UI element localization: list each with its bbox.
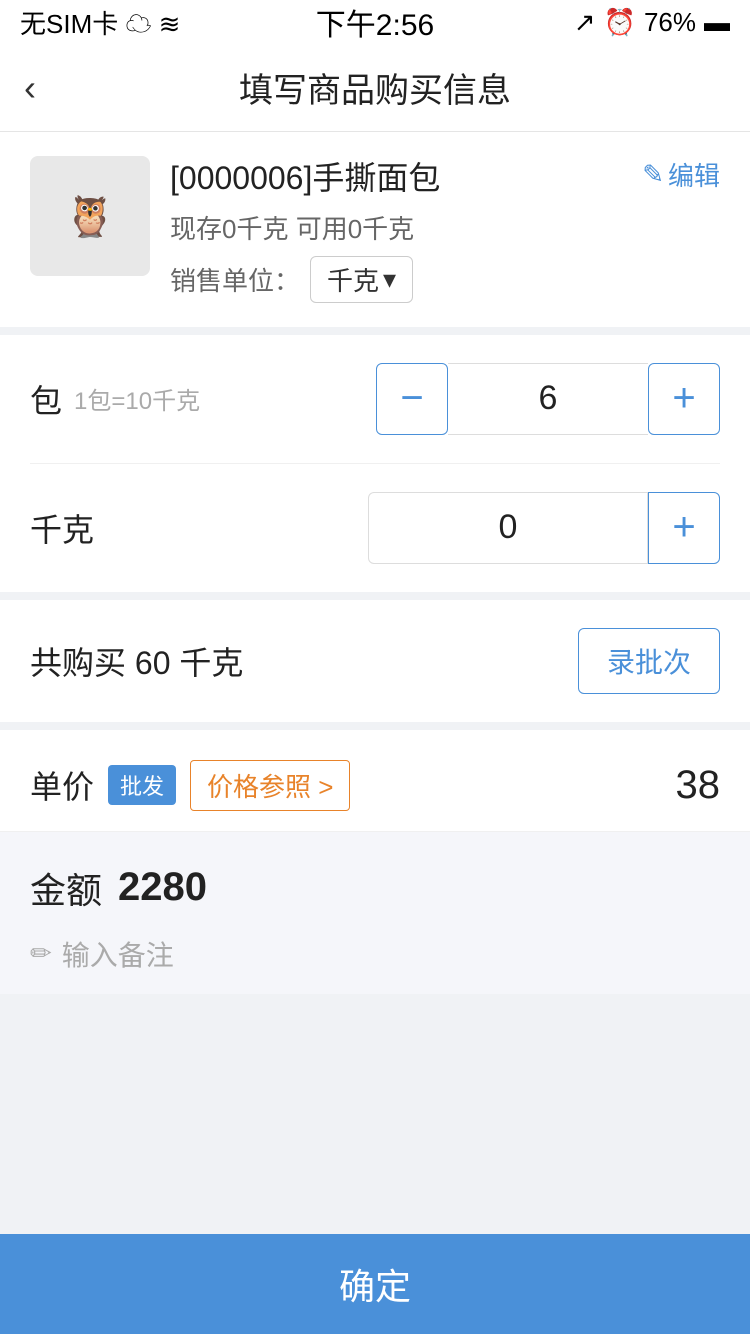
quantity-section: 包 1包=10千克 − + 千克 +	[0, 335, 750, 600]
bao-input[interactable]	[448, 363, 648, 435]
kg-input[interactable]	[368, 492, 648, 564]
status-time: 下午2:56	[316, 0, 434, 44]
bao-label: 包	[30, 376, 62, 422]
edit-icon: ✎	[642, 159, 664, 190]
location-icon: ↗	[574, 7, 596, 38]
product-unit-row: 销售单位： 千克 ▾	[170, 256, 720, 303]
chevron-down-icon: ▾	[383, 264, 396, 295]
edit-button[interactable]: ✎ 编辑	[642, 156, 720, 193]
kg-label: 千克	[30, 505, 94, 551]
pencil-icon: ✏	[30, 938, 52, 969]
status-right: ↗ ⏰ 76% ▬	[574, 7, 730, 38]
remark-placeholder: 输入备注	[62, 934, 174, 974]
kg-quantity-row: 千克 +	[30, 464, 720, 592]
price-label: 单价	[30, 762, 94, 808]
nav-bar: ‹ 填写商品购买信息	[0, 44, 750, 132]
stock-current: 现存0千克	[170, 214, 288, 244]
unit-label: 销售单位：	[170, 261, 300, 298]
amount-section: 金额 2280 ✏ 输入备注	[0, 832, 750, 994]
status-left: 无SIM卡 ☁ ≋	[20, 4, 180, 41]
product-thumb-icon: 🦉	[65, 193, 115, 240]
price-value: 38	[676, 763, 721, 808]
no-sim-text: 无SIM卡 ☁ ≋	[20, 4, 180, 41]
page-title: 填写商品购买信息	[239, 63, 511, 112]
stock-available: 可用0千克	[296, 214, 414, 244]
bao-controls: − +	[376, 363, 720, 435]
bao-decrement-button[interactable]: −	[376, 363, 448, 435]
battery-text: 76%	[644, 7, 696, 38]
confirm-label: 确定	[339, 1258, 411, 1310]
bao-hint: 1包=10千克	[74, 381, 200, 416]
edit-label: 编辑	[668, 156, 720, 193]
bao-quantity-row: 包 1包=10千克 − +	[30, 335, 720, 464]
price-section: 单价 批发 价格参照 > 38	[0, 730, 750, 832]
product-name: [0000006]手撕面包	[170, 156, 440, 201]
product-thumbnail: 🦉	[30, 156, 150, 276]
price-type-badge: 批发	[108, 765, 176, 805]
battery-icon: ▬	[704, 7, 730, 38]
product-card: 🦉 [0000006]手撕面包 ✎ 编辑 现存0千克 可用0千克 销售单位： 千…	[0, 132, 750, 335]
status-bar: 无SIM卡 ☁ ≋ 下午2:56 ↗ ⏰ 76% ▬	[0, 0, 750, 44]
bao-label-group: 包 1包=10千克	[30, 376, 200, 422]
remark-row[interactable]: ✏ 输入备注	[30, 934, 720, 974]
kg-increment-button[interactable]: +	[648, 492, 720, 564]
price-ref-button[interactable]: 价格参照 >	[190, 760, 350, 811]
product-stock: 现存0千克 可用0千克	[170, 209, 720, 246]
price-row: 单价 批发 价格参照 > 38	[30, 760, 720, 811]
amount-row: 金额 2280	[30, 862, 720, 914]
bao-increment-button[interactable]: +	[648, 363, 720, 435]
unit-select[interactable]: 千克 ▾	[310, 256, 413, 303]
total-text: 共购买 60 千克	[30, 638, 243, 684]
batch-button[interactable]: 录批次	[578, 628, 720, 694]
amount-value: 2280	[118, 865, 207, 910]
unit-value: 千克	[327, 261, 379, 298]
back-icon: ‹	[24, 67, 36, 109]
back-button[interactable]: ‹	[24, 67, 36, 109]
alarm-icon: ⏰	[604, 7, 636, 38]
kg-controls: +	[368, 492, 720, 564]
product-info: [0000006]手撕面包 ✎ 编辑 现存0千克 可用0千克 销售单位： 千克 …	[170, 156, 720, 303]
kg-label-text: 千克	[30, 505, 94, 551]
amount-label: 金额	[30, 862, 102, 914]
total-row: 共购买 60 千克 录批次	[0, 600, 750, 730]
confirm-button[interactable]: 确定	[0, 1234, 750, 1334]
